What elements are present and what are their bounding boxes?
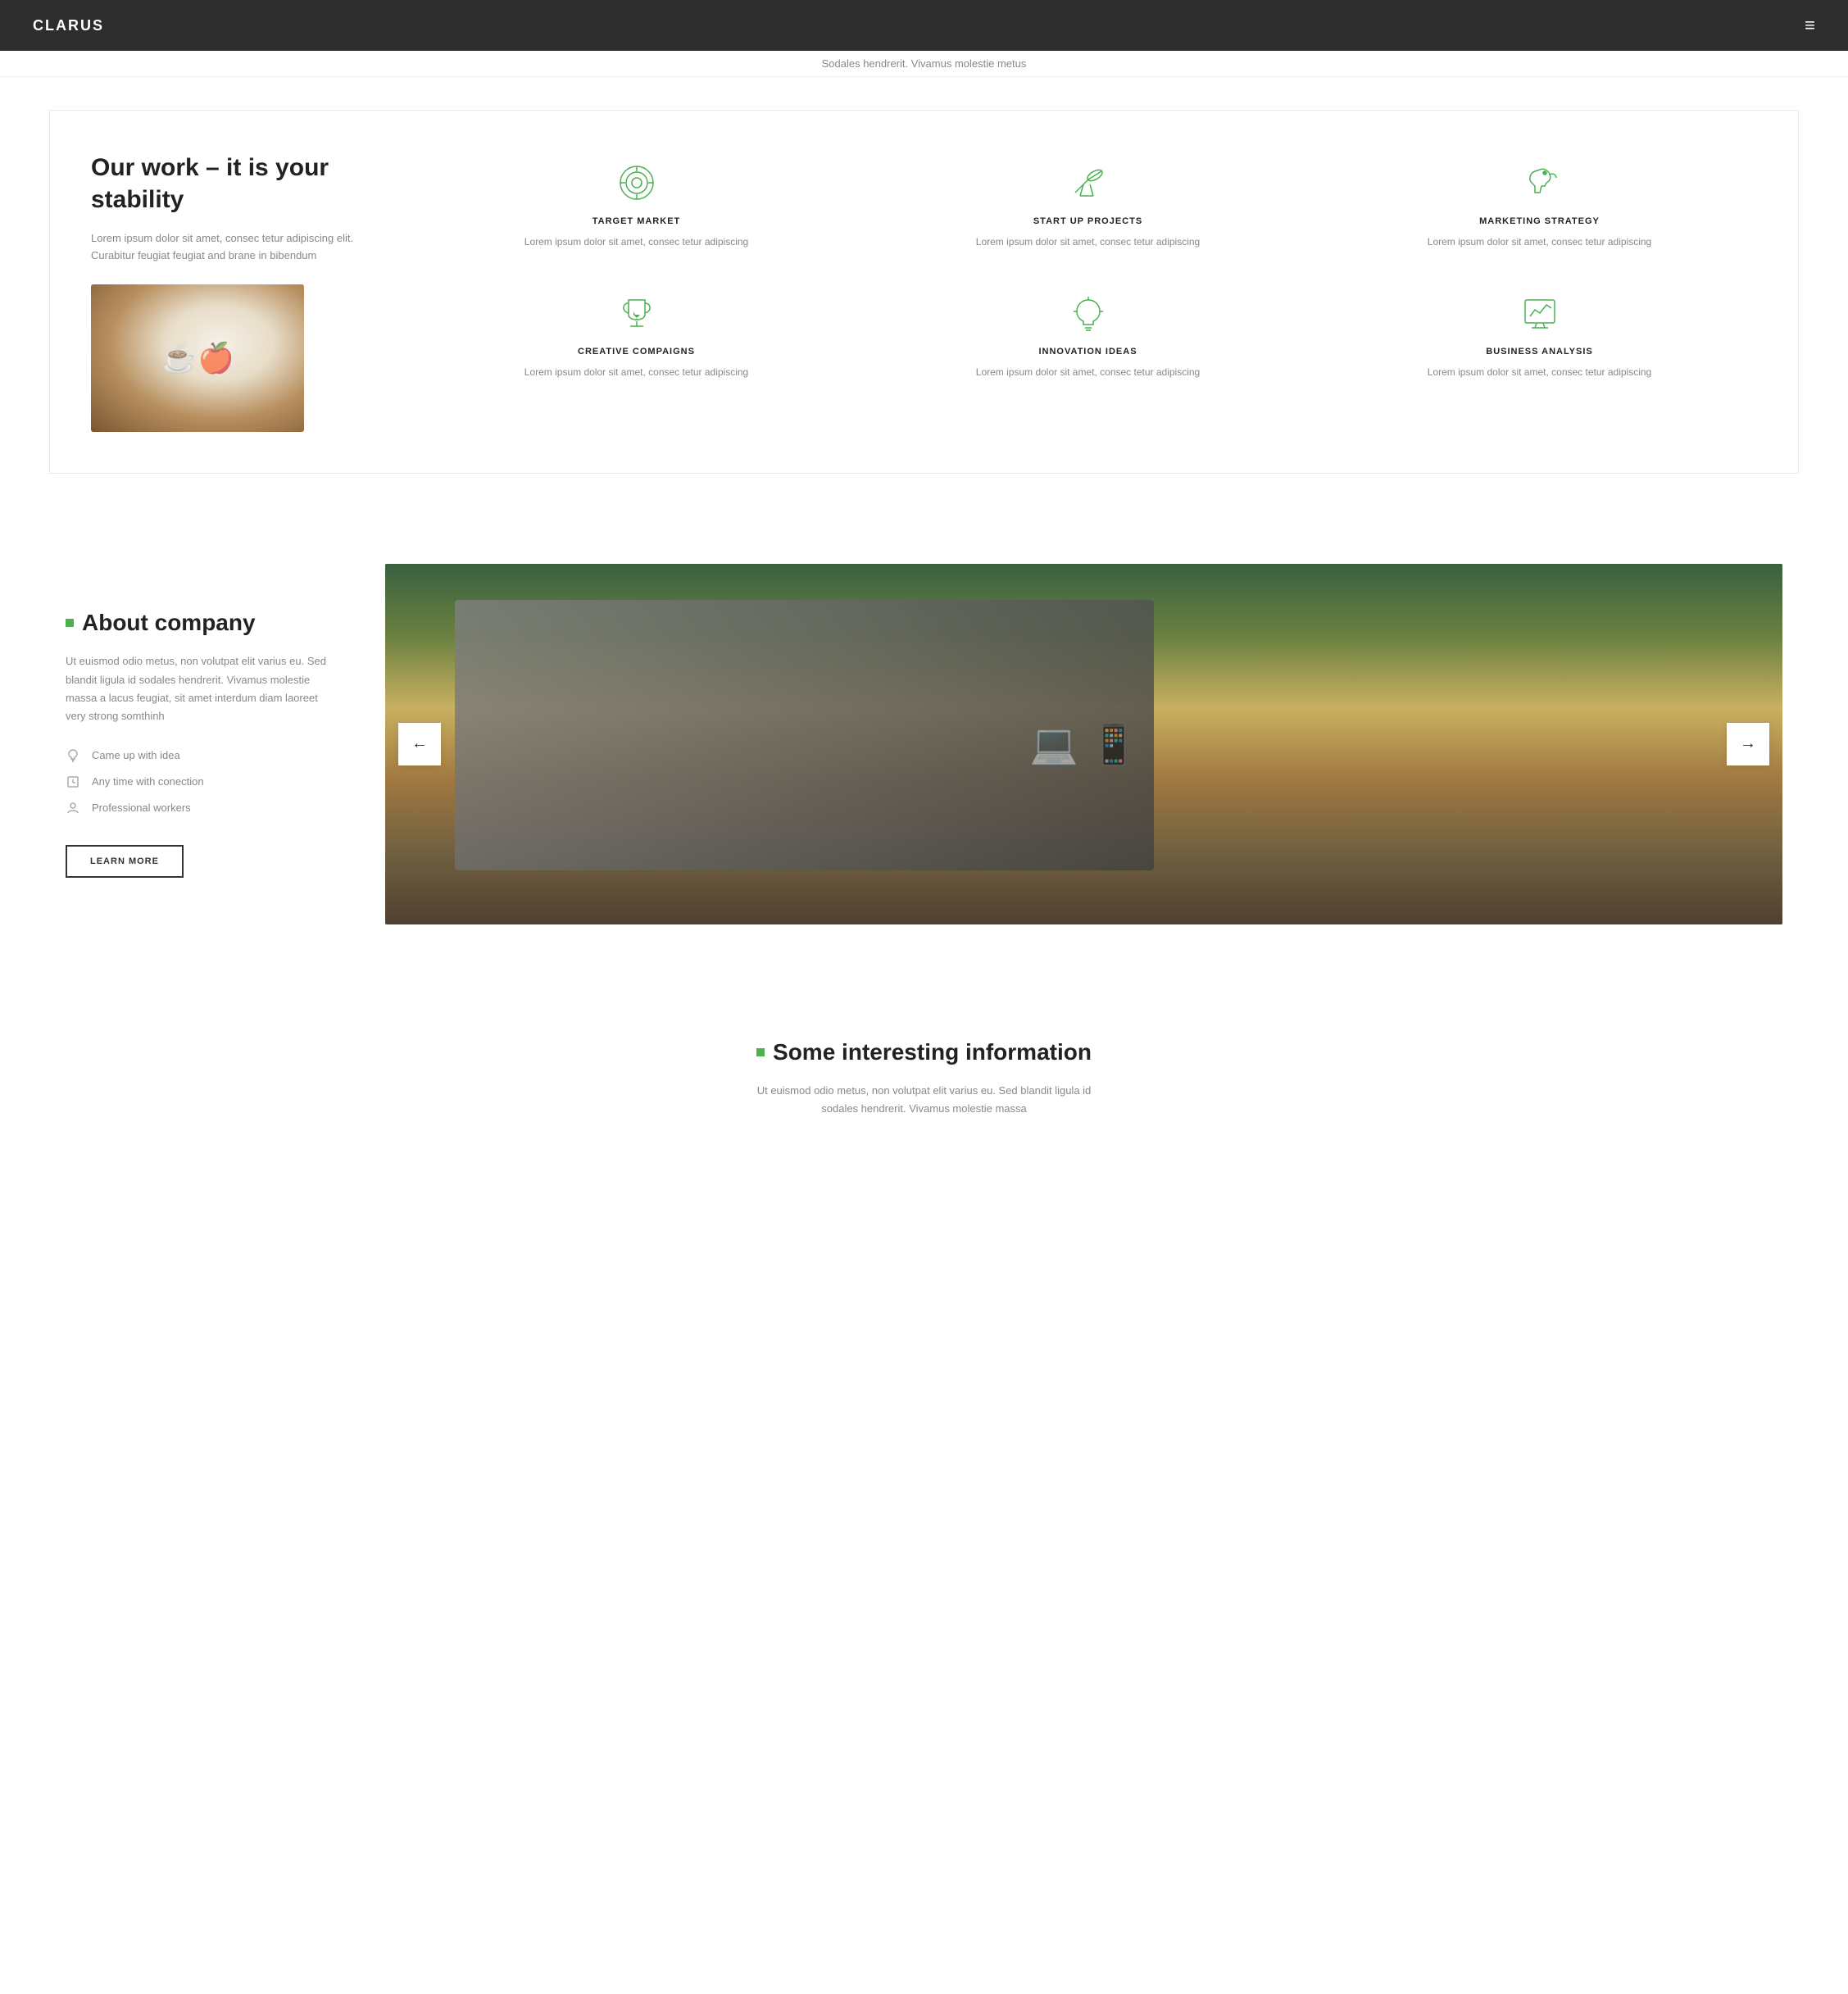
bulb-icon-svg [1069,293,1108,333]
about-list-item-1: Any time with conection [66,774,336,789]
feature-title-2: MARKETING STRATEGY [1330,216,1749,226]
info-accent-dot [756,1048,765,1056]
person-icon [66,801,80,815]
carousel-prev-button[interactable]: ← [398,723,441,765]
startup-icon [1065,160,1110,205]
feature-business: BUSINESS ANALYSIS Lorem ipsum dolor sit … [1322,282,1757,388]
feature-title-4: INNOVATION IDEAS [879,347,1297,357]
about-right-panel: ← → [385,564,1782,924]
about-left-panel: About company Ut euismod odio metus, non… [66,610,336,877]
feature-marketing: MARKETING STRATEGY Lorem ipsum dolor sit… [1322,152,1757,257]
about-feature-list: Came up with idea Any time with conectio… [66,748,336,815]
info-body-text: Ut euismod odio metus, non volutpat elit… [752,1082,1097,1118]
work-section: Our work – it is your stability Lorem ip… [49,110,1799,474]
feature-desc-2: Lorem ipsum dolor sit amet, consec tetur… [1330,234,1749,249]
business-icon [1517,290,1562,335]
ticker-bar: Sodales hendrerit. Vivamus molestie metu… [0,51,1848,77]
about-heading-text: About company [82,610,256,636]
about-photo [385,564,1782,924]
innovation-icon [1065,290,1110,335]
learn-more-button[interactable]: LEARN MORE [66,845,184,878]
feature-desc-5: Lorem ipsum dolor sit amet, consec tetur… [1330,365,1749,379]
creative-icon [614,290,659,335]
info-section: Some interesting information Ut euismod … [0,982,1848,1151]
trophy-icon-svg [617,293,656,333]
feature-desc-4: Lorem ipsum dolor sit amet, consec tetur… [879,365,1297,379]
clock-icon [66,774,80,789]
about-carousel: ← → [385,564,1782,924]
about-body: Ut euismod odio metus, non volutpat elit… [66,652,336,724]
feature-desc-0: Lorem ipsum dolor sit amet, consec tetur… [427,234,846,249]
info-heading-text: Some interesting information [773,1039,1092,1065]
chart-icon-svg [1520,293,1560,333]
feature-innovation: INNOVATION IDEAS Lorem ipsum dolor sit a… [870,282,1305,388]
feature-title-1: START UP PROJECTS [879,216,1297,226]
marketing-icon [1517,160,1562,205]
features-grid: TARGET MARKET Lorem ipsum dolor sit amet… [419,152,1757,388]
heading-accent-dot [66,619,74,627]
about-list-text-0: Came up with idea [92,749,180,761]
about-heading: About company [66,610,336,636]
work-image [91,284,304,432]
info-heading: Some interesting information [66,1039,1782,1065]
carousel-next-button[interactable]: → [1727,723,1769,765]
target-icon-svg [617,163,656,202]
about-list-item-0: Came up with idea [66,748,336,763]
feature-target-market: TARGET MARKET Lorem ipsum dolor sit amet… [419,152,854,257]
about-list-item-2: Professional workers [66,801,336,815]
about-list-text-2: Professional workers [92,802,191,814]
work-description: Lorem ipsum dolor sit amet, consec tetur… [91,230,370,265]
about-section: About company Ut euismod odio metus, non… [0,506,1848,982]
menu-icon[interactable]: ≡ [1805,15,1815,36]
ticker-text: Sodales hendrerit. Vivamus molestie metu… [822,57,1027,70]
navbar: CLARUS ≡ [0,0,1848,51]
feature-title-3: CREATIVE COMPAIGNS [427,347,846,357]
about-list-text-1: Any time with conection [92,775,204,788]
feature-creative: CREATIVE COMPAIGNS Lorem ipsum dolor sit… [419,282,854,388]
feature-title-0: TARGET MARKET [427,216,846,226]
feature-startup: START UP PROJECTS Lorem ipsum dolor sit … [870,152,1305,257]
telescope-icon-svg [1069,163,1108,202]
target-market-icon [614,160,659,205]
work-title: Our work – it is your stability [91,152,370,216]
feature-desc-1: Lorem ipsum dolor sit amet, consec tetur… [879,234,1297,249]
feature-desc-3: Lorem ipsum dolor sit amet, consec tetur… [427,365,846,379]
brand-logo: CLARUS [33,17,104,34]
work-left-panel: Our work – it is your stability Lorem ip… [91,152,370,432]
feature-title-5: BUSINESS ANALYSIS [1330,347,1749,357]
work-photo [91,284,304,432]
lightbulb-icon [66,748,80,763]
horse-icon-svg [1520,163,1560,202]
